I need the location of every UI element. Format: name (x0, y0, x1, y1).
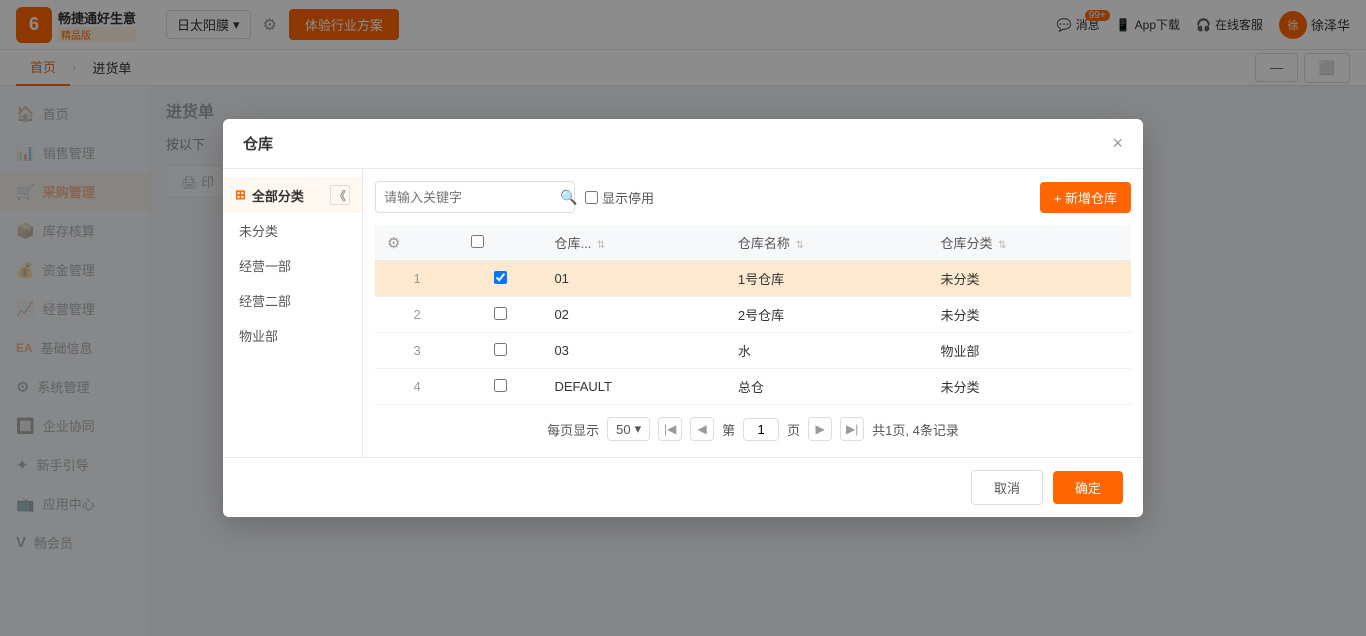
total-label: 共1页, 4条记录 (872, 420, 959, 439)
per-page-value: 50 (616, 422, 630, 437)
collapse-sidebar-button[interactable]: 《 (330, 185, 350, 205)
page-label-before: 第 (722, 420, 735, 439)
col-category-label: 仓库分类 (940, 236, 992, 251)
row-index: 1 (375, 261, 459, 297)
modal-footer: 取消 确定 (223, 457, 1143, 517)
row-name: 水 (726, 333, 929, 369)
modal-header: 仓库 × (223, 119, 1143, 169)
row-checkbox[interactable] (494, 307, 507, 320)
row-checkbox[interactable] (494, 343, 507, 356)
modal-main-content: 🔍 显示停用 + 新增仓库 ⚙ (363, 169, 1143, 457)
row-code: DEFAULT (542, 369, 725, 405)
modal-category-header: ⊞ 全部分类 《 (223, 177, 362, 213)
th-settings: ⚙ (375, 225, 459, 261)
modal-toolbar: 🔍 显示停用 + 新增仓库 (375, 181, 1131, 213)
warehouse-modal: 仓库 × ⊞ 全部分类 《 未分类 经营一部 经营二部 (223, 119, 1143, 517)
row-checkbox-cell (459, 333, 542, 369)
cat-item-dept2[interactable]: 经营二部 (223, 283, 362, 318)
row-code: 02 (542, 297, 725, 333)
cat-item-property[interactable]: 物业部 (223, 318, 362, 353)
row-name: 2号仓库 (726, 297, 929, 333)
page-label: 页 (787, 420, 800, 439)
row-index: 3 (375, 333, 459, 369)
first-page-button[interactable]: |◀ (658, 417, 682, 441)
table-row[interactable]: 1 01 1号仓库 未分类 (375, 261, 1131, 297)
cat-item-unclassified[interactable]: 未分类 (223, 213, 362, 248)
page-number-input[interactable] (743, 418, 779, 441)
search-input[interactable] (384, 190, 560, 205)
warehouse-table-container: ⚙ 仓库... ⇅ 仓库名称 (375, 225, 1131, 405)
row-name: 1号仓库 (726, 261, 929, 297)
modal-overlay: 仓库 × ⊞ 全部分类 《 未分类 经营一部 经营二部 (0, 0, 1366, 636)
select-all-checkbox[interactable] (471, 235, 484, 248)
row-code: 03 (542, 333, 725, 369)
modal-body: ⊞ 全部分类 《 未分类 经营一部 经营二部 物业部 (223, 169, 1143, 457)
th-code: 仓库... ⇅ (542, 225, 725, 261)
search-box: 🔍 (375, 181, 575, 213)
pagination: 每页显示 50 ▾ |◀ ◀ 第 页 ▶ ▶| 共1页, 4条记录 (375, 405, 1131, 445)
col-code-label: 仓库... (554, 236, 591, 251)
row-category: 未分类 (928, 297, 1131, 333)
confirm-button[interactable]: 确定 (1053, 471, 1123, 504)
row-checkbox-cell (459, 261, 542, 297)
sort-icon-name: ⇅ (796, 240, 804, 251)
row-index: 2 (375, 297, 459, 333)
row-name: 总仓 (726, 369, 929, 405)
table-row[interactable]: 4 DEFAULT 总仓 未分类 (375, 369, 1131, 405)
add-warehouse-button[interactable]: + 新增仓库 (1040, 182, 1131, 213)
row-category: 未分类 (928, 369, 1131, 405)
show-disabled-label: 显示停用 (602, 188, 654, 207)
cat-item-dept1[interactable]: 经营一部 (223, 248, 362, 283)
modal-close-button[interactable]: × (1112, 133, 1123, 154)
last-page-button[interactable]: ▶| (840, 417, 864, 441)
th-name: 仓库名称 ⇅ (726, 225, 929, 261)
sort-icon-category: ⇅ (998, 240, 1006, 251)
row-category: 未分类 (928, 261, 1131, 297)
th-category: 仓库分类 ⇅ (928, 225, 1131, 261)
warehouse-table: ⚙ 仓库... ⇅ 仓库名称 (375, 225, 1131, 405)
grid-icon: ⊞ (235, 187, 246, 203)
table-row[interactable]: 3 03 水 物业部 (375, 333, 1131, 369)
per-page-arrow: ▾ (635, 421, 642, 437)
table-header-row: ⚙ 仓库... ⇅ 仓库名称 (375, 225, 1131, 261)
show-disabled-checkbox[interactable] (585, 191, 598, 204)
table-row[interactable]: 2 02 2号仓库 未分类 (375, 297, 1131, 333)
th-checkbox (459, 225, 542, 261)
row-index: 4 (375, 369, 459, 405)
prev-page-button[interactable]: ◀ (690, 417, 714, 441)
col-name-label: 仓库名称 (738, 236, 790, 251)
column-settings-icon[interactable]: ⚙ (387, 235, 400, 252)
row-checkbox-cell (459, 297, 542, 333)
row-category: 物业部 (928, 333, 1131, 369)
modal-title: 仓库 (243, 133, 273, 154)
sort-icon-code: ⇅ (597, 240, 605, 251)
row-checkbox[interactable] (494, 379, 507, 392)
per-page-selector[interactable]: 50 ▾ (607, 417, 650, 441)
row-checkbox[interactable] (494, 271, 507, 284)
search-icon: 🔍 (560, 189, 577, 206)
per-page-label: 每页显示 (547, 420, 599, 439)
cancel-button[interactable]: 取消 (971, 470, 1043, 505)
row-code: 01 (542, 261, 725, 297)
modal-category-sidebar: ⊞ 全部分类 《 未分类 经营一部 经营二部 物业部 (223, 169, 363, 457)
next-page-button[interactable]: ▶ (808, 417, 832, 441)
category-header-label: 全部分类 (252, 186, 304, 205)
row-checkbox-cell (459, 369, 542, 405)
show-disabled-checkbox-label[interactable]: 显示停用 (585, 188, 654, 207)
